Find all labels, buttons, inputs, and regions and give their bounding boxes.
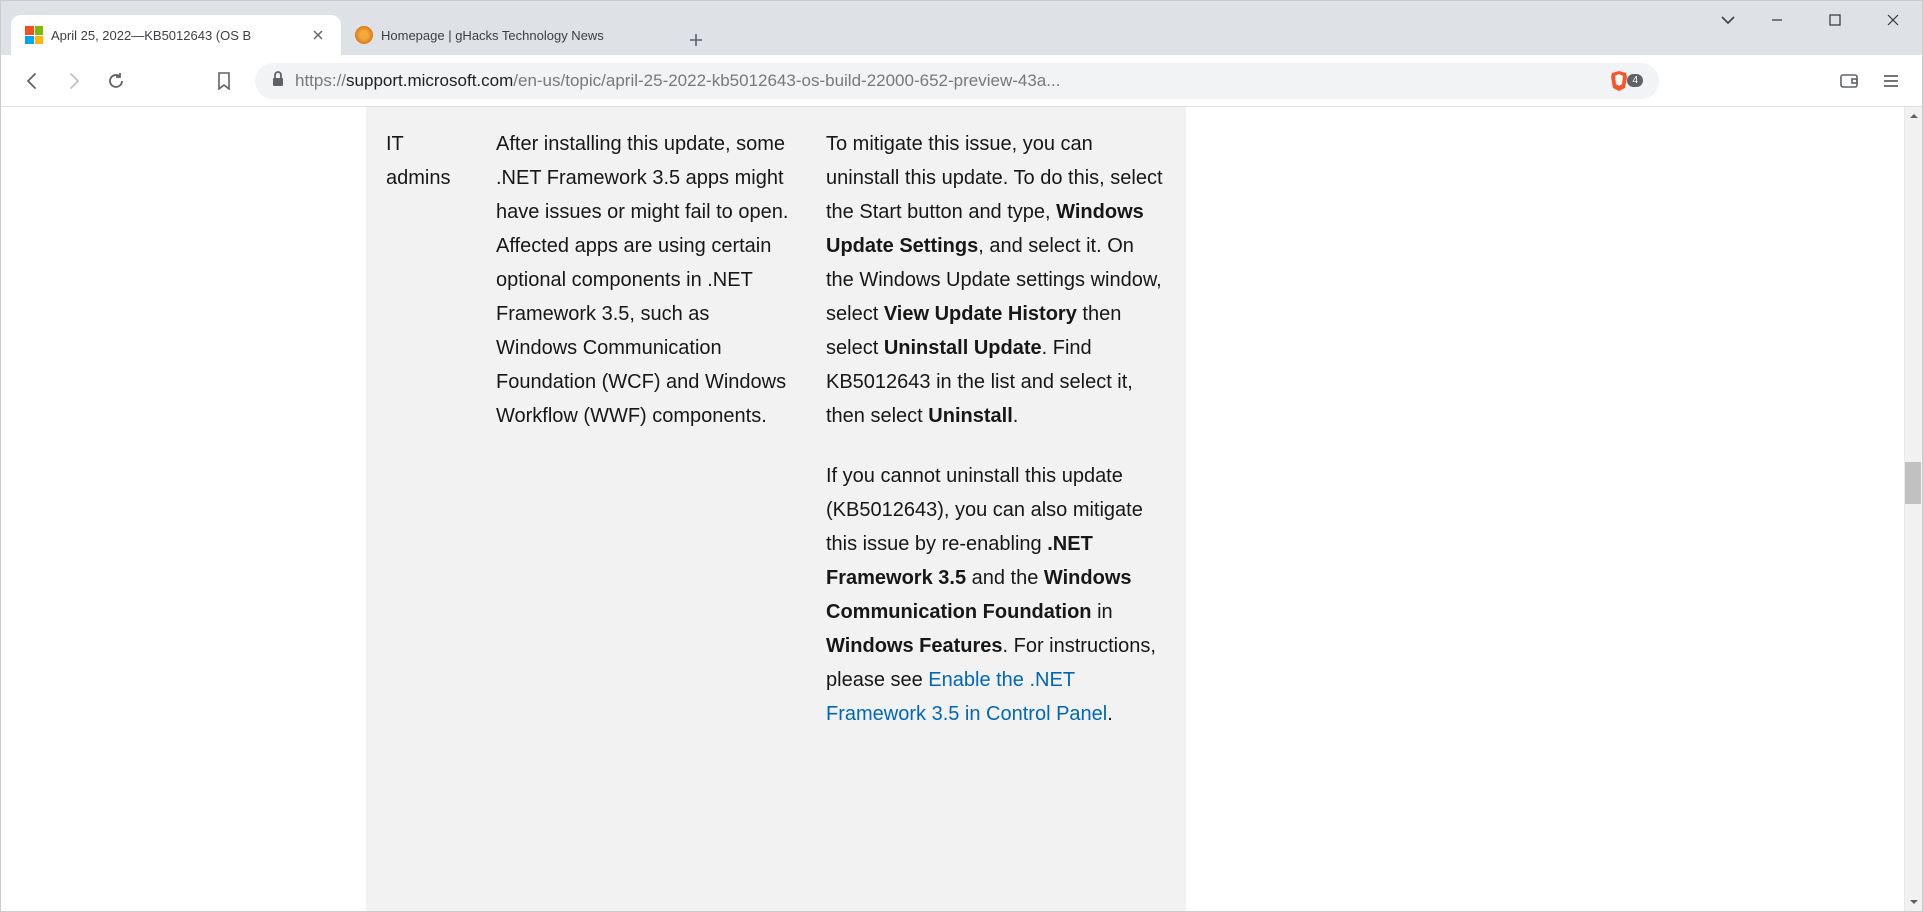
shield-count-badge: 4 (1627, 74, 1643, 87)
toolbar: https://support.microsoft.com/en-us/topi… (1, 55, 1922, 107)
close-icon[interactable] (309, 26, 327, 44)
microsoft-favicon (25, 26, 43, 44)
ghacks-favicon (355, 26, 373, 44)
tab-inactive[interactable]: Homepage | gHacks Technology News (341, 15, 671, 55)
tab-strip: April 25, 2022—KB5012643 (OS B Homepage … (1, 1, 1708, 55)
tab-search-button[interactable] (1708, 1, 1748, 39)
window-controls (1748, 1, 1922, 39)
scroll-thumb[interactable] (1905, 462, 1921, 504)
minimize-button[interactable] (1748, 1, 1806, 39)
new-tab-button[interactable] (681, 25, 711, 55)
workaround-cell: To mitigate this issue, you can uninstal… (826, 127, 1166, 757)
browser-window: April 25, 2022—KB5012643 (OS B Homepage … (0, 0, 1923, 912)
reload-button[interactable] (97, 62, 135, 100)
mitigation-paragraph-1: To mitigate this issue, you can uninstal… (826, 127, 1166, 433)
article-body: IT admins After installing this update, … (366, 107, 1186, 911)
scroll-down-arrow[interactable] (1905, 893, 1922, 911)
issue-cell: After installing this update, some .NET … (496, 127, 796, 757)
wallet-button[interactable] (1830, 62, 1868, 100)
bookmark-button[interactable] (205, 62, 243, 100)
kb-table-row: IT admins After installing this update, … (386, 127, 1166, 757)
maximize-button[interactable] (1806, 1, 1864, 39)
vertical-scrollbar[interactable] (1904, 107, 1922, 911)
tab-title: April 25, 2022—KB5012643 (OS B (51, 28, 301, 43)
audience-cell: IT admins (386, 127, 466, 757)
url-path: /en-us/topic/april-25-2022-kb5012643-os-… (513, 71, 1060, 90)
forward-button[interactable] (55, 62, 93, 100)
brave-lion-icon (1609, 70, 1629, 92)
url-domain: support.microsoft.com (346, 71, 513, 90)
close-window-button[interactable] (1864, 1, 1922, 39)
mitigation-paragraph-2: If you cannot uninstall this update (KB5… (826, 459, 1166, 731)
tab-active[interactable]: April 25, 2022—KB5012643 (OS B (11, 15, 341, 55)
brave-shield[interactable]: 4 (1609, 70, 1643, 92)
page-content: IT admins After installing this update, … (1, 107, 1922, 911)
url-text: https://support.microsoft.com/en-us/topi… (295, 71, 1599, 91)
scroll-up-arrow[interactable] (1905, 107, 1922, 125)
url-prefix: https:// (295, 71, 346, 90)
lock-icon (271, 71, 285, 90)
back-button[interactable] (13, 62, 51, 100)
address-bar[interactable]: https://support.microsoft.com/en-us/topi… (255, 63, 1659, 99)
menu-button[interactable] (1872, 62, 1910, 100)
titlebar: April 25, 2022—KB5012643 (OS B Homepage … (1, 1, 1922, 55)
tab-title: Homepage | gHacks Technology News (381, 28, 657, 43)
